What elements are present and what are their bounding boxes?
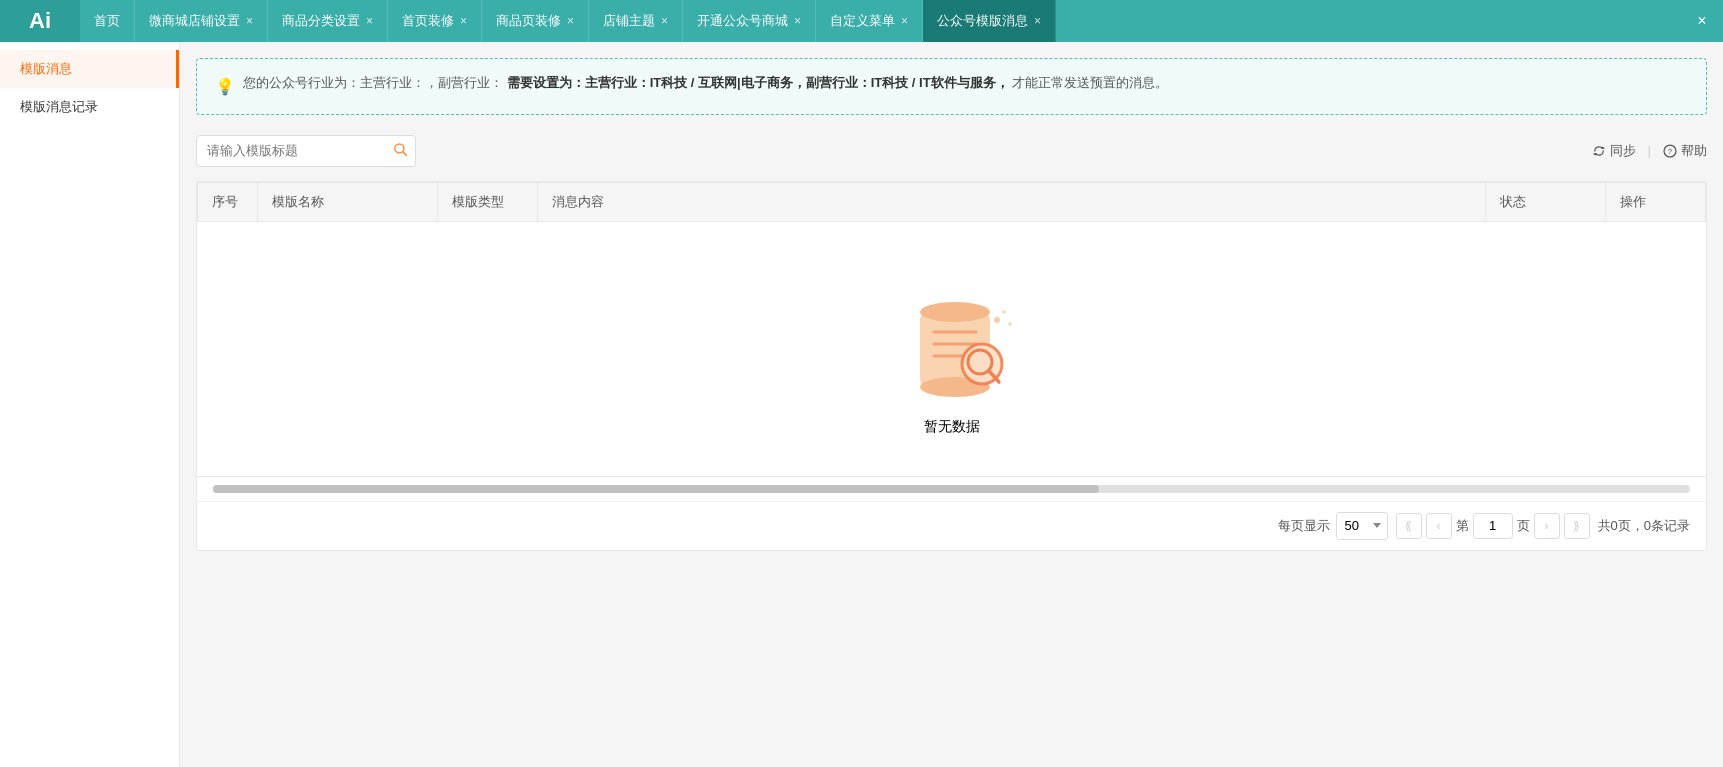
notice-text: 您的公众号行业为：主营行业：，副营行业： 需要设置为：主营行业：IT科技 / 互… [243,73,1688,94]
data-table: 序号模版名称模版类型消息内容状态操作 [197,182,1706,222]
nav-tab[interactable]: 微商城店铺设置× [135,0,268,42]
table-header-cell: 消息内容 [538,182,1486,221]
notice-highlight: 需要设置为：主营行业：IT科技 / 互联网|电子商务，副营行业：IT科技 / I… [507,75,1009,90]
nav-tab[interactable]: 商品分类设置× [268,0,388,42]
page-label-after: 页 [1517,517,1530,535]
notice-text-after: 才能正常发送预置的消息。 [1012,75,1168,90]
close-tab-icon[interactable]: × [661,14,668,28]
table-header-cell: 模版名称 [258,182,438,221]
notice-icon: 💡 [215,74,235,100]
svg-line-1 [403,151,407,155]
table-header-row: 序号模版名称模版类型消息内容状态操作 [198,182,1706,221]
svg-point-15 [1002,310,1006,314]
top-nav: Ai 首页微商城店铺设置×商品分类设置×首页装修×商品页装修×店铺主题×开通公众… [0,0,1723,42]
search-bar: 同步 | ? 帮助 [196,135,1707,167]
nav-tab[interactable]: 自定义菜单× [816,0,923,42]
page-label-before: 第 [1456,517,1469,535]
svg-point-16 [1008,322,1012,326]
page-size-select[interactable]: 50100200 [1336,512,1388,540]
scrollbar-wrap [197,476,1706,501]
search-button[interactable] [393,142,408,160]
svg-point-6 [920,302,990,322]
total-label: 共0页，0条记录 [1598,517,1690,535]
empty-icon [892,282,1012,402]
last-page-button[interactable]: ⟫ [1564,513,1590,539]
pagination: 每页显示 50100200 ⟪ ‹ 第 页 › ⟫ 共0页，0条记录 [197,501,1706,550]
close-tab-icon[interactable]: × [567,14,574,28]
scrollbar-thumb[interactable] [213,485,1099,493]
app-logo: Ai [0,0,80,42]
close-tab-icon[interactable]: × [1034,14,1041,28]
nav-tab[interactable]: 店铺主题× [589,0,683,42]
search-right: 同步 | ? 帮助 [1592,142,1707,160]
help-label: 帮助 [1681,142,1707,160]
close-tab-icon[interactable]: × [246,14,253,28]
sync-label: 同步 [1610,142,1636,160]
search-input[interactable] [196,135,416,167]
nav-tab[interactable]: 商品页装修× [482,0,589,42]
sidebar-item[interactable]: 模版消息记录 [0,88,179,126]
nav-tab[interactable]: 首页 [80,0,135,42]
horizontal-scrollbar[interactable] [213,485,1690,493]
svg-point-14 [994,317,1000,323]
page-size-label: 每页显示 [1278,517,1330,535]
main-layout: 模版消息模版消息记录 💡 您的公众号行业为：主营行业：，副营行业： 需要设置为：… [0,42,1723,767]
close-tab-icon[interactable]: × [794,14,801,28]
table-header-cell: 序号 [198,182,258,221]
nav-tabs: 首页微商城店铺设置×商品分类设置×首页装修×商品页装修×店铺主题×开通公众号商城… [80,0,1681,42]
page-input[interactable] [1473,513,1513,539]
sidebar-item[interactable]: 模版消息 [0,50,179,88]
table-header-cell: 操作 [1606,182,1706,221]
nav-tab[interactable]: 公众号模版消息× [923,0,1056,42]
close-all-tabs-button[interactable]: × [1681,0,1723,42]
first-page-button[interactable]: ⟪ [1396,513,1422,539]
empty-text: 暂无数据 [924,418,980,436]
search-left [196,135,416,167]
notice-banner: 💡 您的公众号行业为：主营行业：，副营行业： 需要设置为：主营行业：IT科技 /… [196,58,1707,115]
sync-button[interactable]: 同步 [1592,142,1636,160]
nav-tab[interactable]: 首页装修× [388,0,482,42]
divider: | [1648,143,1651,158]
search-input-wrap [196,135,416,167]
prev-page-button[interactable]: ‹ [1426,513,1452,539]
close-tab-icon[interactable]: × [460,14,467,28]
table-header-cell: 状态 [1486,182,1606,221]
page-nav: ⟪ ‹ 第 页 › ⟫ [1396,513,1590,539]
nav-tab[interactable]: 开通公众号商城× [683,0,816,42]
close-tab-icon[interactable]: × [366,14,373,28]
close-tab-icon[interactable]: × [901,14,908,28]
empty-state: 暂无数据 [197,222,1706,476]
notice-text-before: 您的公众号行业为：主营行业：，副营行业： [243,75,503,90]
content-area: 💡 您的公众号行业为：主营行业：，副营行业： 需要设置为：主营行业：IT科技 /… [180,42,1723,767]
svg-text:?: ? [1668,147,1672,156]
table-header-cell: 模版类型 [438,182,538,221]
table-container: 序号模版名称模版类型消息内容状态操作 [196,181,1707,551]
next-page-button[interactable]: › [1534,513,1560,539]
sidebar: 模版消息模版消息记录 [0,42,180,767]
help-button[interactable]: ? 帮助 [1663,142,1707,160]
page-size-wrap: 每页显示 50100200 [1278,512,1388,540]
